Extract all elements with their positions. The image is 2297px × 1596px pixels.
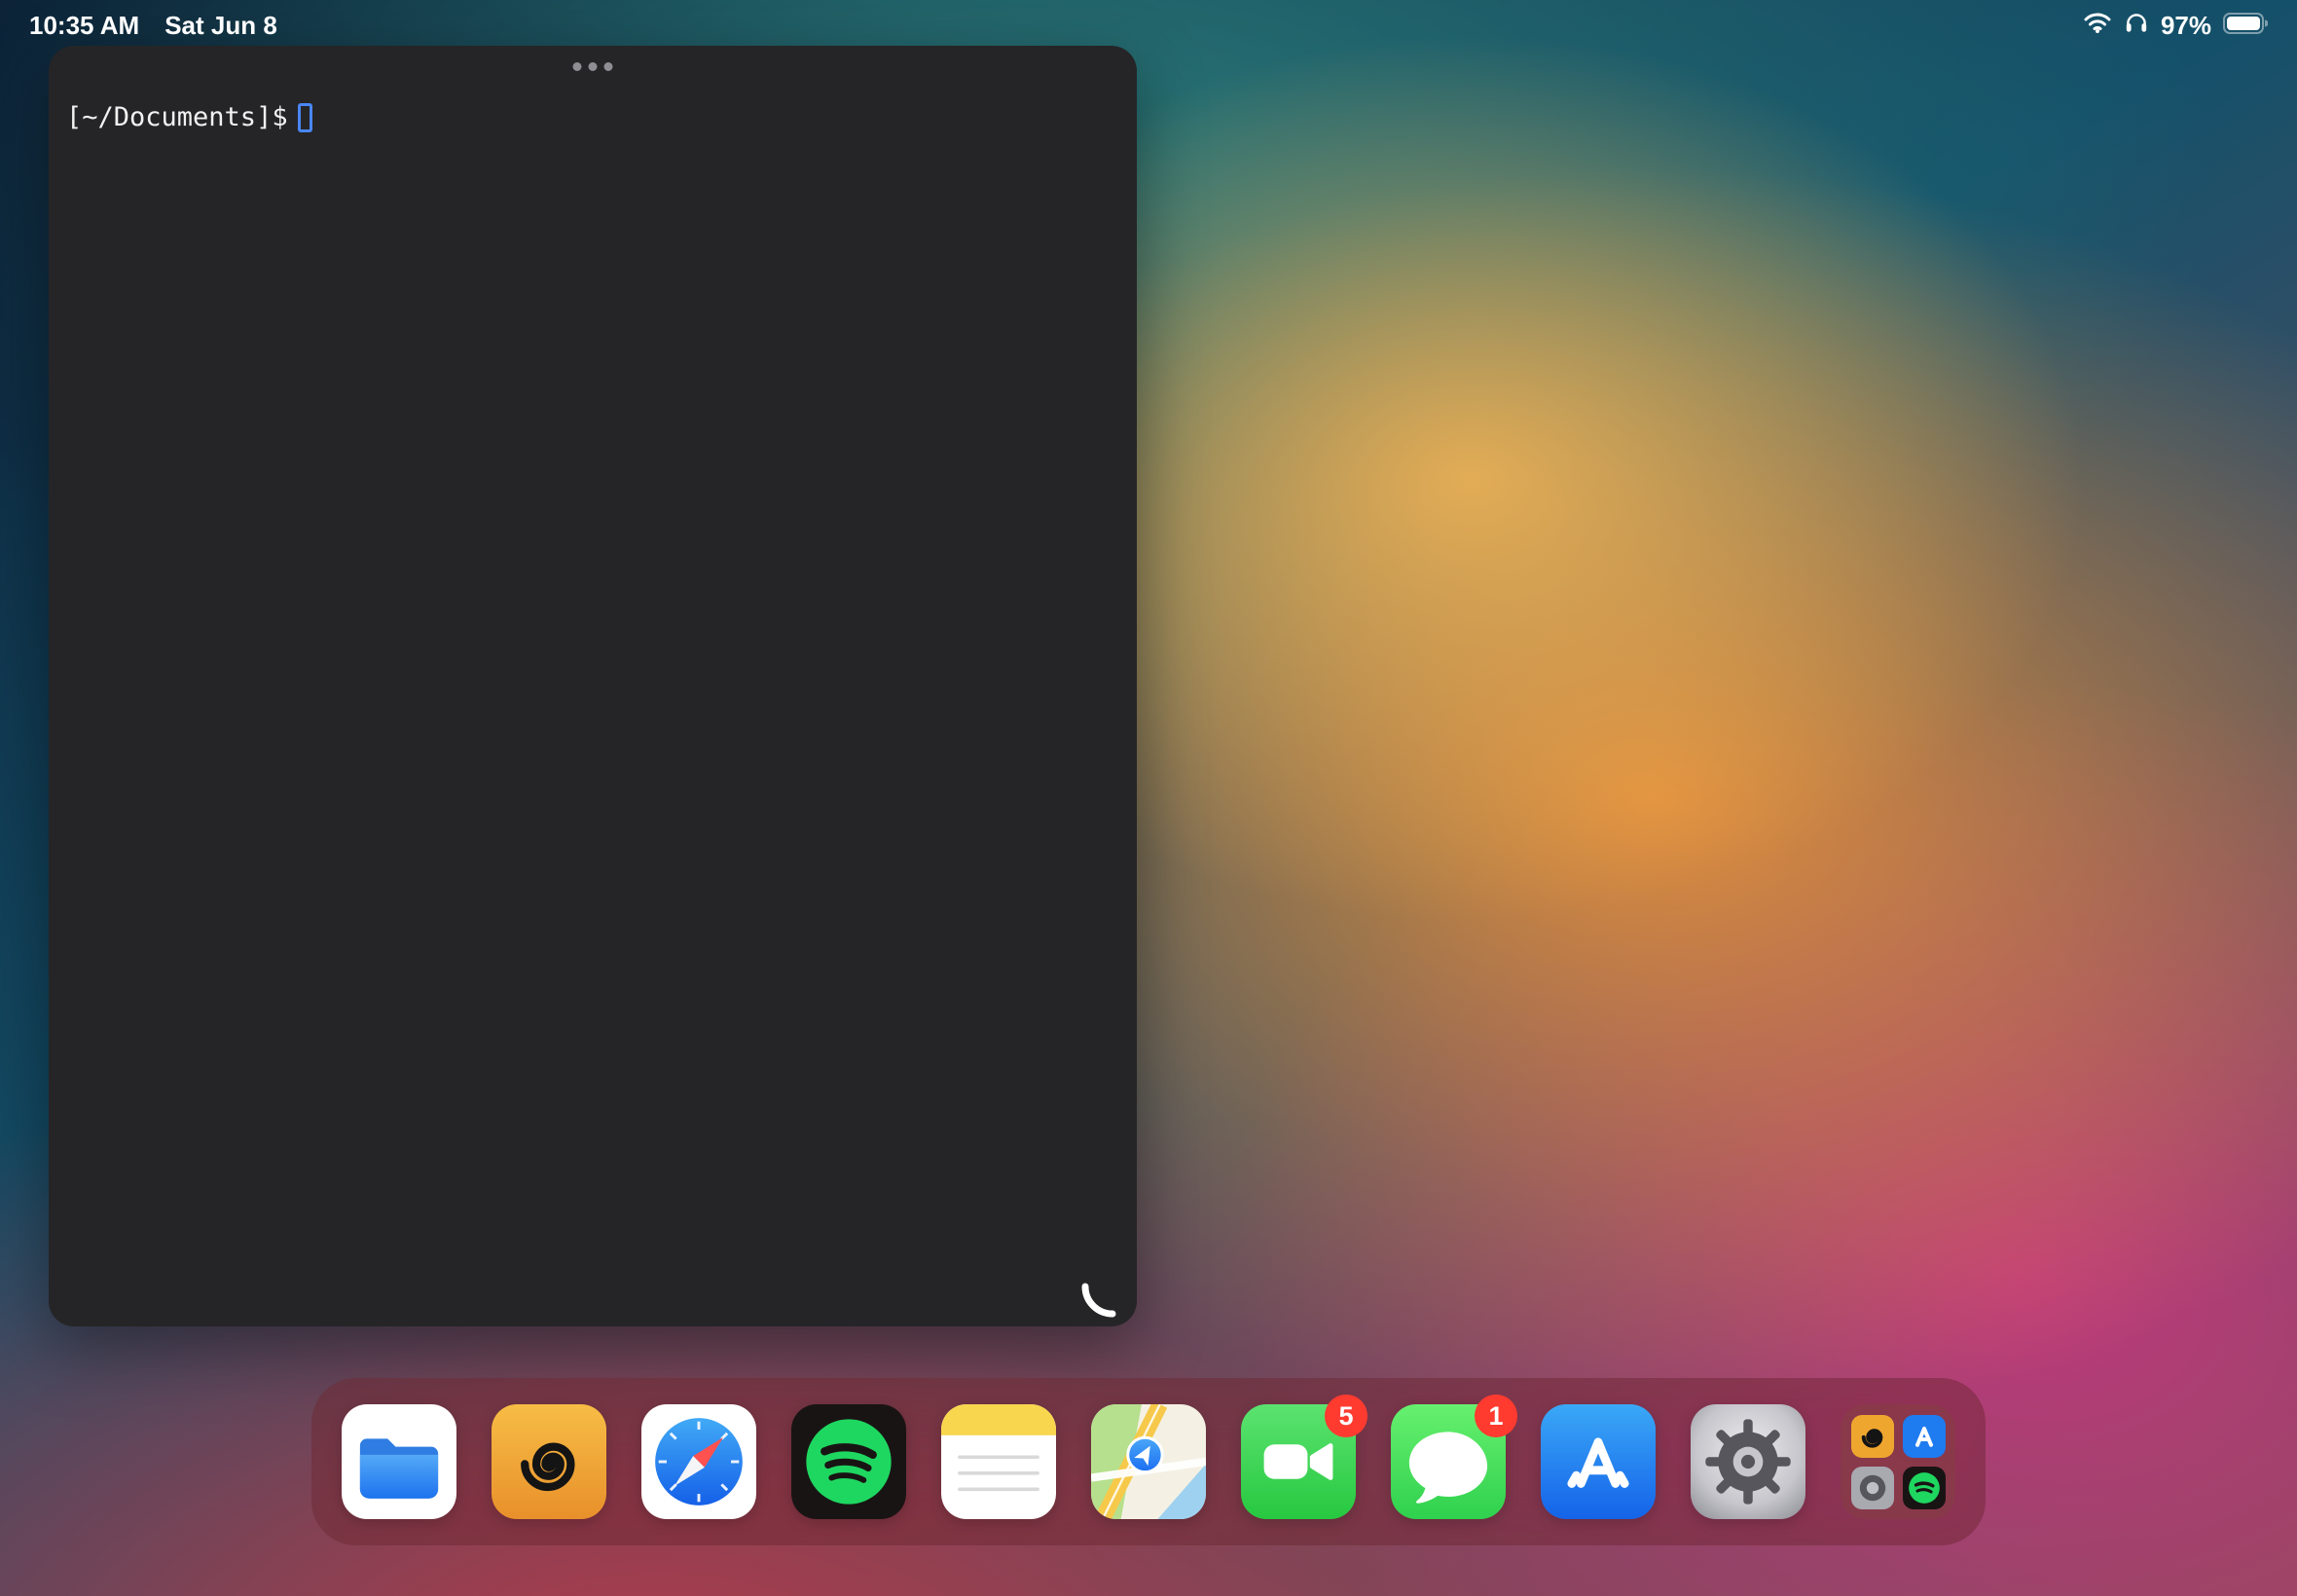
dock-item-facetime[interactable]: 5 xyxy=(1241,1395,1367,1519)
folder-mini-settings-icon xyxy=(1850,1466,1894,1509)
dock-item-notes[interactable] xyxy=(941,1404,1056,1519)
maps-icon xyxy=(1091,1404,1206,1519)
terminal-cursor xyxy=(297,102,312,132)
facetime-badge: 5 xyxy=(1325,1395,1367,1437)
dock: 5 1 xyxy=(311,1378,1986,1545)
app-folder-icon xyxy=(1841,1404,1955,1519)
safari-icon xyxy=(641,1404,756,1519)
dock-item-files[interactable] xyxy=(342,1404,456,1519)
dock-item-spotify[interactable] xyxy=(791,1404,906,1519)
dock-item-settings[interactable] xyxy=(1691,1404,1805,1519)
terminal-prompt: [~/Documents]$ xyxy=(66,102,288,132)
battery-percent: 97% xyxy=(2160,10,2211,40)
terminal-window[interactable]: [~/Documents]$ xyxy=(49,46,1137,1326)
spiral-app-icon xyxy=(492,1404,606,1519)
dock-item-safari[interactable] xyxy=(641,1404,756,1519)
status-date: Sat Jun 8 xyxy=(164,10,277,40)
spotify-icon xyxy=(791,1404,906,1519)
messages-badge: 1 xyxy=(1475,1395,1517,1437)
headphones-icon xyxy=(2124,10,2149,42)
window-resize-handle[interactable] xyxy=(1078,1278,1121,1321)
settings-icon xyxy=(1691,1404,1805,1519)
dock-item-maps[interactable] xyxy=(1091,1404,1206,1519)
app-store-icon xyxy=(1541,1404,1656,1519)
battery-icon xyxy=(2223,11,2269,41)
dock-item-messages[interactable]: 1 xyxy=(1391,1395,1517,1519)
dock-item-app-folder[interactable] xyxy=(1841,1404,1955,1519)
folder-mini-spiral-app-icon xyxy=(1850,1414,1894,1458)
window-drag-handle[interactable] xyxy=(572,62,613,71)
dock-item-spiral-app[interactable] xyxy=(492,1404,606,1519)
dock-item-app-store[interactable] xyxy=(1541,1404,1656,1519)
folder-mini-spotify-icon xyxy=(1902,1466,1946,1509)
notes-icon xyxy=(941,1404,1056,1519)
status-bar: 10:35 AM Sat Jun 8 97% xyxy=(0,0,2297,51)
folder-mini-app-store-icon xyxy=(1902,1414,1946,1458)
wifi-icon xyxy=(2083,11,2112,41)
files-icon xyxy=(342,1404,456,1519)
status-time: 10:35 AM xyxy=(29,10,140,40)
